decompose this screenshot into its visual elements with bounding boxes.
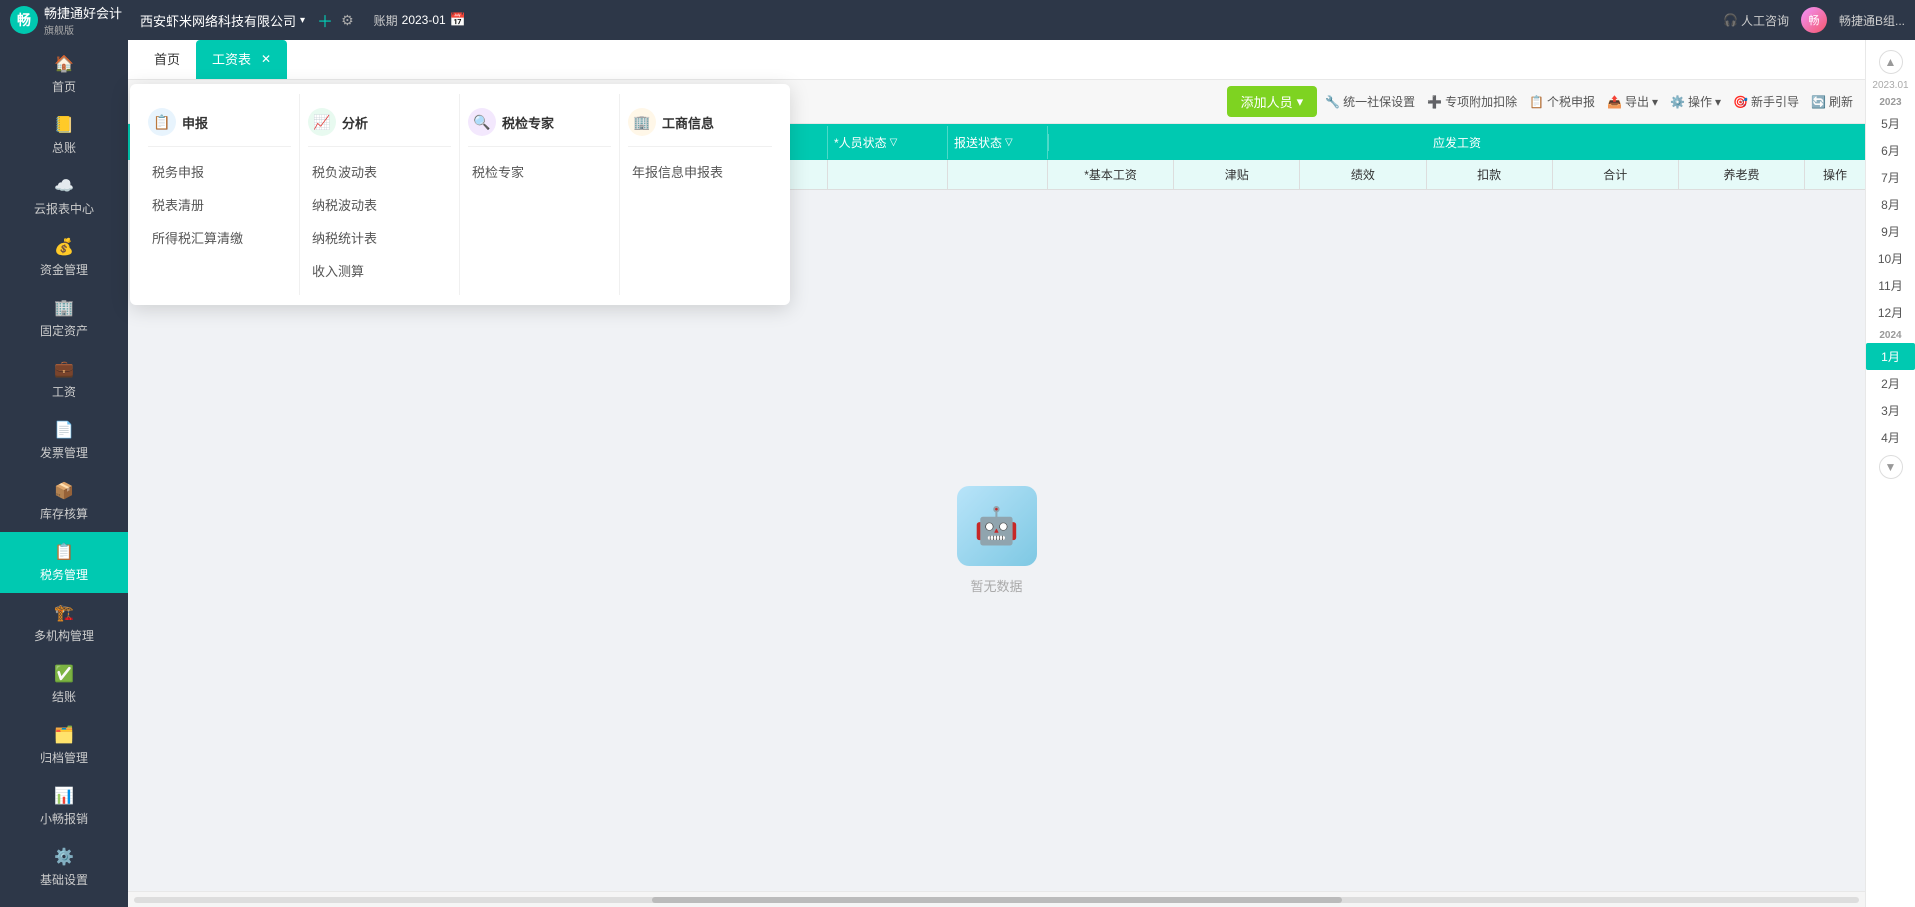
- item-income-calc[interactable]: 所得税汇算清缴: [148, 221, 291, 254]
- section-analysis-header: 📈 分析: [308, 102, 451, 147]
- dropdown-menu: 📋 申报 税务申报 税表清册 所得税汇算清缴 📈 分析 税负波动表 纳税波动表 …: [130, 84, 790, 305]
- section-analysis-title: 分析: [342, 113, 368, 132]
- declaration-icon: 📋: [148, 108, 176, 136]
- item-tax-expert[interactable]: 税检专家: [468, 155, 611, 188]
- section-declaration-header: 📋 申报: [148, 102, 291, 147]
- dropdown-section-analysis: 📈 分析 税负波动表 纳税波动表 纳税统计表 收入测算: [300, 94, 460, 295]
- dropdown-section-taxexpert: 🔍 税检专家 税检专家: [460, 94, 620, 295]
- item-tax-stats[interactable]: 纳税统计表: [308, 221, 451, 254]
- item-tax-table[interactable]: 税表清册: [148, 188, 291, 221]
- section-bizinfo-header: 🏢 工商信息: [628, 102, 772, 147]
- item-tax-movement[interactable]: 纳税波动表: [308, 188, 451, 221]
- dropdown-section-declaration: 📋 申报 税务申报 税表清册 所得税汇算清缴: [140, 94, 300, 295]
- analysis-icon: 📈: [308, 108, 336, 136]
- item-tax-burden[interactable]: 税负波动表: [308, 155, 451, 188]
- section-bizinfo-title: 工商信息: [662, 113, 714, 132]
- item-annual-report[interactable]: 年报信息申报表: [628, 155, 772, 188]
- bizinfo-icon: 🏢: [628, 108, 656, 136]
- section-taxexpert-header: 🔍 税检专家: [468, 102, 611, 147]
- section-declaration-title: 申报: [182, 113, 208, 132]
- item-tax-declare[interactable]: 税务申报: [148, 155, 291, 188]
- taxexpert-icon: 🔍: [468, 108, 496, 136]
- dropdown-section-bizinfo: 🏢 工商信息 年报信息申报表: [620, 94, 780, 295]
- section-taxexpert-title: 税检专家: [502, 113, 554, 132]
- item-income-browse[interactable]: 收入测算: [308, 254, 451, 287]
